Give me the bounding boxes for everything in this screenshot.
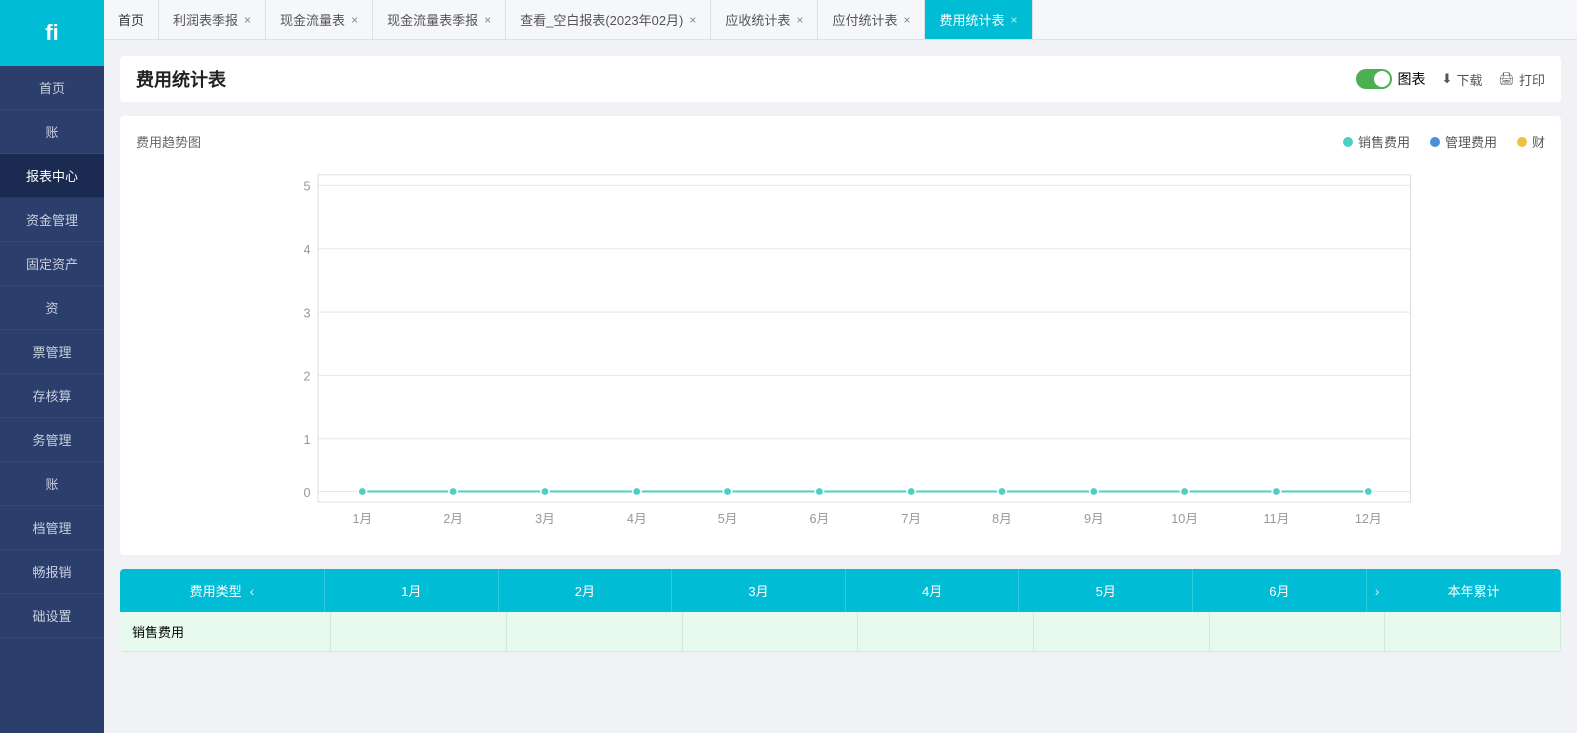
table-header-row: 费用类型 ‹ 1月 2月 3月 4月 5月 6月 › 本年累计 bbox=[120, 569, 1561, 612]
td-m3 bbox=[683, 612, 859, 651]
close-tab-cashflow-quarter[interactable]: × bbox=[484, 13, 491, 27]
tabs-bar: 首页 利润表季报 × 现金流量表 × 现金流量表季报 × 查看_空白报表(202… bbox=[104, 0, 1577, 40]
th-m1: 1月 bbox=[325, 569, 499, 612]
svg-text:6月: 6月 bbox=[810, 512, 830, 526]
tab-expense-stat[interactable]: 费用统计表 × bbox=[925, 0, 1032, 39]
svg-text:1: 1 bbox=[304, 433, 311, 447]
svg-text:11月: 11月 bbox=[1264, 512, 1290, 526]
close-tab-expense-stat[interactable]: × bbox=[1010, 13, 1017, 27]
header-actions: 图表 ⬇ 下载 🖨 打印 bbox=[1356, 69, 1545, 89]
legend-label-admin: 管理费用 bbox=[1445, 132, 1497, 151]
page-header: 费用统计表 图表 ⬇ 下载 🖨 打印 bbox=[120, 56, 1561, 102]
legend-sales: 销售费用 bbox=[1343, 132, 1410, 151]
tab-profit[interactable]: 利润表季报 × bbox=[159, 0, 266, 39]
td-m4 bbox=[858, 612, 1034, 651]
th-m2: 2月 bbox=[499, 569, 673, 612]
print-label: 打印 bbox=[1519, 70, 1545, 89]
sidebar-item-expense[interactable]: 畅报销 bbox=[0, 550, 104, 594]
close-tab-payable[interactable]: × bbox=[903, 13, 910, 27]
chart-svg: 5 4 3 2 1 0 1月 2月 bbox=[136, 159, 1545, 539]
sidebar-item-stock[interactable]: 存核算 bbox=[0, 374, 104, 418]
svg-text:1月: 1月 bbox=[352, 512, 372, 526]
sidebar-logo: fi bbox=[0, 0, 104, 66]
content-area: 费用统计表 图表 ⬇ 下载 🖨 打印 费用趋势图 bbox=[104, 40, 1577, 733]
download-label: 下载 bbox=[1456, 70, 1482, 89]
table-row-sales: 销售费用 bbox=[120, 612, 1561, 652]
legend-dot-sales bbox=[1343, 137, 1353, 147]
td-type: 销售费用 bbox=[120, 612, 331, 651]
sidebar-item-invest[interactable]: 资 bbox=[0, 286, 104, 330]
td-m6 bbox=[1210, 612, 1386, 651]
close-tab-receivable[interactable]: × bbox=[796, 13, 803, 27]
th-m4: 4月 bbox=[846, 569, 1020, 612]
sidebar-item-invoice[interactable]: 票管理 bbox=[0, 330, 104, 374]
svg-text:3月: 3月 bbox=[535, 512, 555, 526]
tab-payable[interactable]: 应付统计表 × bbox=[818, 0, 925, 39]
svg-text:10月: 10月 bbox=[1171, 512, 1198, 526]
svg-text:4月: 4月 bbox=[627, 512, 647, 526]
th-m6: 6月 bbox=[1193, 569, 1367, 612]
svg-text:9月: 9月 bbox=[1084, 512, 1104, 526]
svg-text:2: 2 bbox=[304, 370, 311, 384]
chart-legend: 销售费用 管理费用 财 bbox=[1343, 132, 1545, 151]
svg-text:8月: 8月 bbox=[992, 512, 1012, 526]
legend-dot-admin bbox=[1430, 137, 1440, 147]
legend-admin: 管理费用 bbox=[1430, 132, 1497, 151]
chart-header: 费用趋势图 销售费用 管理费用 财 bbox=[136, 132, 1545, 151]
svg-text:7月: 7月 bbox=[901, 512, 921, 526]
download-icon: ⬇ bbox=[1442, 71, 1453, 87]
th-ytd: 本年累计 bbox=[1387, 569, 1561, 612]
sidebar-item-settings[interactable]: 础设置 bbox=[0, 594, 104, 638]
sidebar-item-service[interactable]: 务管理 bbox=[0, 418, 104, 462]
legend-dot-finance bbox=[1517, 137, 1527, 147]
sidebar-item-account[interactable]: 账 bbox=[0, 110, 104, 154]
svg-text:5月: 5月 bbox=[718, 512, 738, 526]
close-tab-blank-report[interactable]: × bbox=[689, 13, 696, 27]
svg-text:5: 5 bbox=[304, 180, 311, 194]
sidebar-item-archive[interactable]: 档管理 bbox=[0, 506, 104, 550]
tab-cashflow[interactable]: 现金流量表 × bbox=[266, 0, 373, 39]
svg-text:2月: 2月 bbox=[443, 512, 463, 526]
print-button[interactable]: 🖨 打印 bbox=[1498, 70, 1545, 89]
svg-text:4: 4 bbox=[304, 243, 311, 257]
tab-receivable[interactable]: 应收统计表 × bbox=[711, 0, 818, 39]
nav-prev-arrow[interactable]: ‹ bbox=[250, 583, 255, 599]
nav-next-arrow[interactable]: › bbox=[1367, 569, 1388, 612]
th-m5: 5月 bbox=[1019, 569, 1193, 612]
chart-section: 费用趋势图 销售费用 管理费用 财 bbox=[120, 116, 1561, 555]
sidebar-item-asset[interactable]: 固定资产 bbox=[0, 242, 104, 286]
td-m1 bbox=[331, 612, 507, 651]
toggle-label: 图表 bbox=[1398, 69, 1426, 89]
td-m5 bbox=[1034, 612, 1210, 651]
legend-label-sales: 销售费用 bbox=[1358, 132, 1410, 151]
legend-label-finance: 财 bbox=[1532, 132, 1545, 151]
sidebar-item-ledger[interactable]: 账 bbox=[0, 462, 104, 506]
tab-blank-report[interactable]: 查看_空白报表(2023年02月) × bbox=[506, 0, 711, 39]
close-tab-cashflow[interactable]: × bbox=[351, 13, 358, 27]
td-ytd bbox=[1385, 612, 1561, 651]
chart-title: 费用趋势图 bbox=[136, 132, 201, 151]
td-m2 bbox=[507, 612, 683, 651]
sidebar-item-fund[interactable]: 资金管理 bbox=[0, 198, 104, 242]
svg-text:12月: 12月 bbox=[1355, 512, 1382, 526]
chart-container: 5 4 3 2 1 0 1月 2月 bbox=[136, 159, 1545, 539]
table-section: 费用类型 ‹ 1月 2月 3月 4月 5月 6月 › 本年累计 销售费用 bbox=[120, 569, 1561, 652]
chart-toggle-wrap: 图表 bbox=[1356, 69, 1426, 89]
page-title: 费用统计表 bbox=[136, 66, 226, 92]
th-m3: 3月 bbox=[672, 569, 846, 612]
print-icon: 🖨 bbox=[1498, 71, 1515, 87]
main-area: 首页 利润表季报 × 现金流量表 × 现金流量表季报 × 查看_空白报表(202… bbox=[104, 0, 1577, 733]
svg-text:3: 3 bbox=[304, 306, 311, 320]
sidebar: fi 首页 账 报表中心 资金管理 固定资产 资 票管理 存核算 务管理 账 档… bbox=[0, 0, 104, 733]
close-tab-profit[interactable]: × bbox=[244, 13, 251, 27]
sidebar-item-report[interactable]: 报表中心 bbox=[0, 154, 104, 198]
download-button[interactable]: ⬇ 下载 bbox=[1442, 70, 1483, 89]
sidebar-item-home[interactable]: 首页 bbox=[0, 66, 104, 110]
tab-cashflow-quarter[interactable]: 现金流量表季报 × bbox=[373, 0, 506, 39]
tab-home[interactable]: 首页 bbox=[104, 0, 159, 39]
svg-text:0: 0 bbox=[304, 486, 311, 500]
legend-finance: 财 bbox=[1517, 132, 1545, 151]
chart-toggle[interactable] bbox=[1356, 69, 1392, 89]
th-type: 费用类型 ‹ bbox=[120, 569, 325, 612]
